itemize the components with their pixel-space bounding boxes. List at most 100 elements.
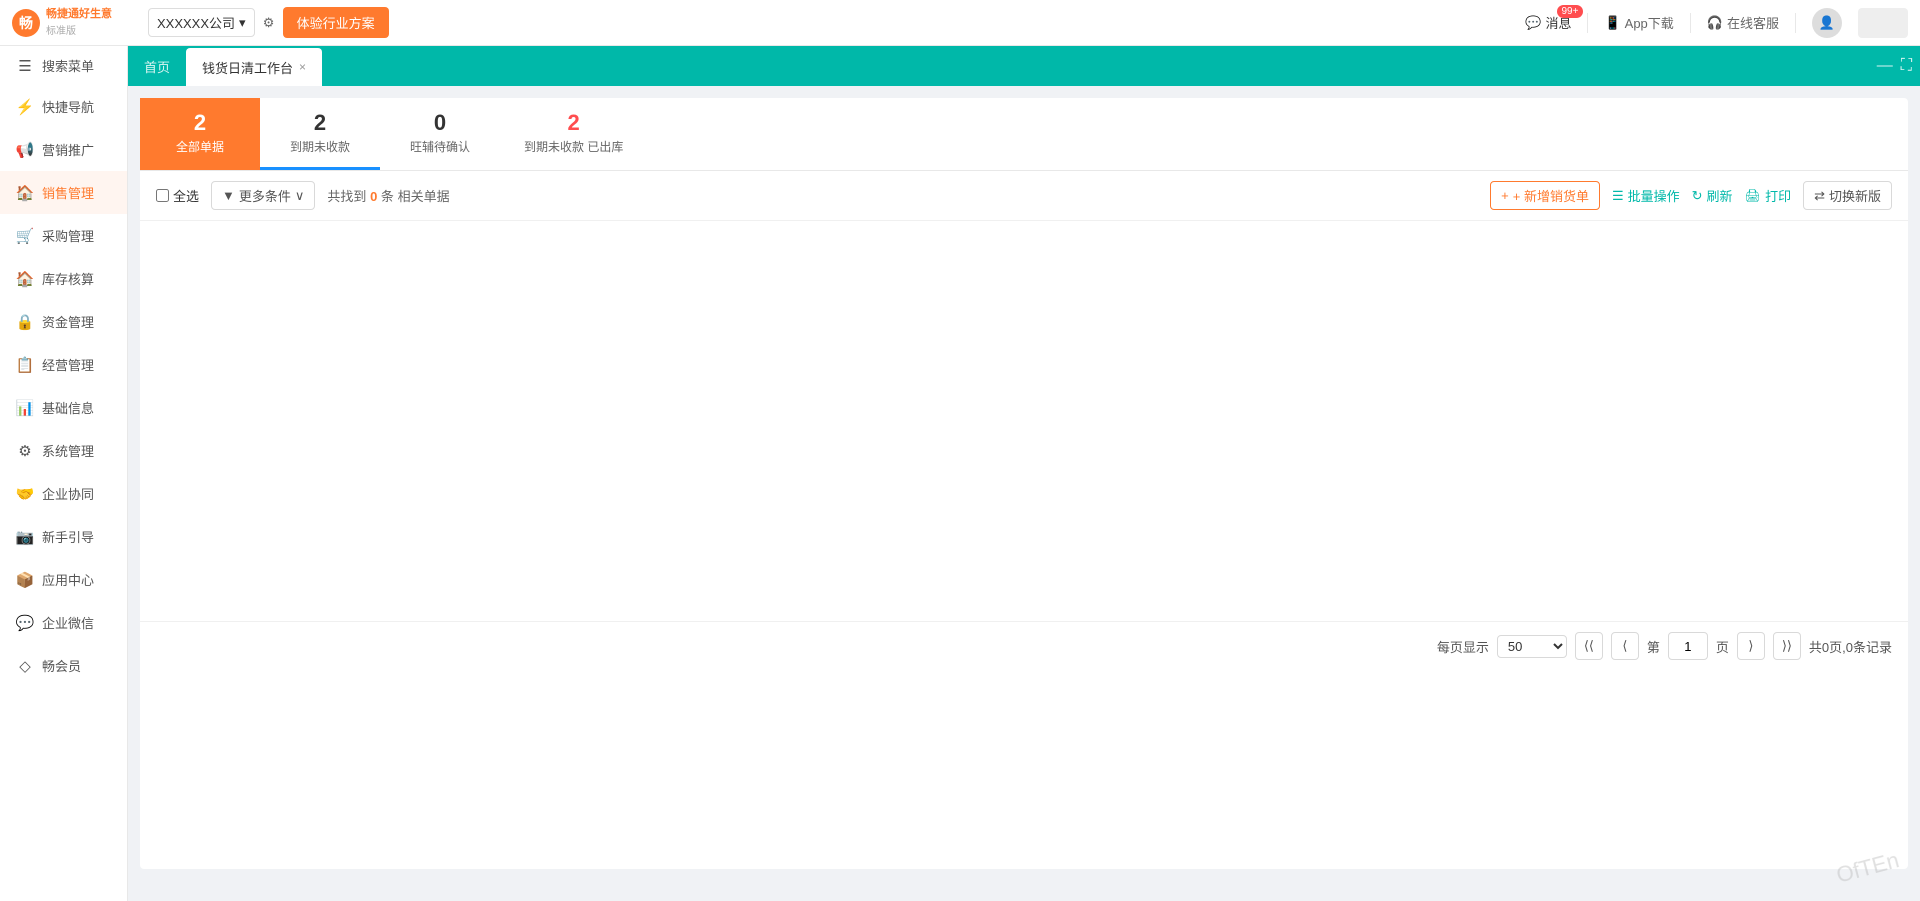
divider2 — [1690, 13, 1691, 33]
search-label: 搜索菜单 — [42, 56, 94, 75]
table-area — [140, 221, 1908, 621]
sidebar-search[interactable]: ☰ 搜索菜单 — [0, 46, 127, 85]
sidebar-item-label: 快捷导航 — [42, 97, 94, 116]
sidebar-item-quicknav[interactable]: ⚡ 快捷导航 — [0, 85, 127, 128]
stat-tab-overdue[interactable]: 2 到期未收款 — [260, 98, 380, 170]
marketing-icon: 📢 — [16, 141, 34, 159]
page-suffix: 页 — [1716, 637, 1729, 656]
tab-active-label: 钱货日清工作台 — [202, 58, 293, 77]
sidebar-item-company[interactable]: 🤝 企业协同 — [0, 472, 127, 515]
switch-version-button[interactable]: ⇄ 切换新版 — [1803, 181, 1892, 210]
logo-sub: 标准版 — [46, 22, 112, 37]
select-all-label: 全选 — [173, 186, 199, 205]
sidebar-item-label: 畅会员 — [42, 656, 81, 675]
sidebar-item-label: 企业协同 — [42, 484, 94, 503]
trial-button[interactable]: 体验行业方案 — [283, 7, 389, 38]
select-all-checkbox[interactable]: 全选 — [156, 186, 199, 205]
stat-label-overdue: 到期未收款 — [284, 138, 356, 155]
stat-tab-shipped[interactable]: 2 到期未收款 已出库 — [500, 98, 647, 170]
message-icon: 💬 — [1525, 15, 1541, 31]
sidebar-item-appstore[interactable]: 📦 应用中心 — [0, 558, 127, 601]
basic-icon: 📊 — [16, 399, 34, 417]
user-avatar2[interactable] — [1858, 8, 1908, 38]
sidebar-item-wechat[interactable]: 💬 企业微信 — [0, 601, 127, 644]
sales-icon: 🏠 — [16, 184, 34, 202]
refresh-label: 刷新 — [1707, 186, 1733, 205]
sidebar-item-basic[interactable]: 📊 基础信息 — [0, 386, 127, 429]
sidebar-item-label: 销售管理 — [42, 183, 94, 202]
page-first-button[interactable]: ⟨⟨ — [1575, 632, 1603, 660]
content-inner: 2 全部单据 2 到期未收款 0 旺辅待确认 2 到期未收款 已出库 — [128, 86, 1920, 901]
app-download-button[interactable]: 📱 App下载 — [1604, 13, 1673, 32]
top-header: 畅 畅捷通好生意 标准版 XXXXXX公司 ▾ ⚙ 体验行业方案 💬 消息 99… — [0, 0, 1920, 46]
page-number-input[interactable] — [1668, 632, 1708, 660]
white-card: 2 全部单据 2 到期未收款 0 旺辅待确认 2 到期未收款 已出库 — [140, 98, 1908, 869]
add-sale-button[interactable]: + + 新增销货单 — [1490, 181, 1600, 210]
tab-active[interactable]: 钱货日清工作台 × — [186, 48, 322, 86]
sidebar-item-label: 经营管理 — [42, 355, 94, 374]
quicknav-icon: ⚡ — [16, 98, 34, 116]
page-prev-button[interactable]: ⟨ — [1611, 632, 1639, 660]
finance-icon: 🔒 — [16, 313, 34, 331]
refresh-button[interactable]: ↻ 刷新 — [1692, 186, 1733, 205]
company-name: XXXXXX公司 — [157, 13, 235, 32]
user-avatar[interactable]: 👤 — [1812, 8, 1842, 38]
filter-button[interactable]: ▼ 更多条件 ∨ — [211, 181, 315, 210]
sidebar-item-operation[interactable]: 📋 经营管理 — [0, 343, 127, 386]
tab-minimize-icon[interactable]: — — [1877, 57, 1893, 75]
stat-tab-all[interactable]: 2 全部单据 — [140, 98, 260, 170]
guide-icon: 📷 — [16, 528, 34, 546]
batch-label: 批量操作 — [1628, 186, 1680, 205]
company-selector[interactable]: XXXXXX公司 ▾ — [148, 8, 255, 37]
tab-expand-icon[interactable]: ⛶ — [1901, 57, 1912, 75]
message-button[interactable]: 💬 消息 99+ — [1525, 13, 1571, 32]
member-icon: ◇ — [16, 657, 34, 675]
sidebar-item-label: 系统管理 — [42, 441, 94, 460]
wechat-icon: 💬 — [16, 614, 34, 632]
tab-home-label: 首页 — [144, 57, 170, 76]
switch-label: 切换新版 — [1829, 186, 1881, 205]
sidebar-item-label: 采购管理 — [42, 226, 94, 245]
page-next-button[interactable]: ⟩ — [1737, 632, 1765, 660]
print-icon: 🖨 — [1745, 188, 1762, 204]
stat-num-shipped: 2 — [524, 110, 623, 136]
company-icon: 🤝 — [16, 485, 34, 503]
page-size-select[interactable]: 50 10 20 100 — [1497, 635, 1567, 658]
sidebar-item-finance[interactable]: 🔒 资金管理 — [0, 300, 127, 343]
page-label: 第 — [1647, 637, 1660, 656]
sidebar-item-guide[interactable]: 📷 新手引导 — [0, 515, 127, 558]
print-button[interactable]: 🖨 打印 — [1745, 186, 1792, 205]
stat-label-all: 全部单据 — [164, 138, 236, 155]
stat-label-pending: 旺辅待确认 — [404, 138, 476, 155]
sidebar-item-sales[interactable]: 🏠 销售管理 — [0, 171, 127, 214]
toolbar: 全选 ▼ 更多条件 ∨ 共找到 0 条 相关单据 — [140, 171, 1908, 221]
online-service-button[interactable]: 🎧 在线客服 — [1707, 13, 1779, 32]
settings-button[interactable]: ⚙ — [255, 9, 283, 37]
tab-home[interactable]: 首页 — [128, 46, 186, 86]
stat-tab-pending[interactable]: 0 旺辅待确认 — [380, 98, 500, 170]
tab-bar-right: — ⛶ — [1877, 57, 1920, 75]
chevron-down-icon: ∨ — [295, 188, 305, 204]
logo-icon: 畅 — [12, 9, 40, 37]
per-page-label: 每页显示 — [1437, 637, 1489, 656]
message-badge: 99+ — [1557, 5, 1584, 18]
avatar-icon: 👤 — [1819, 15, 1835, 31]
service-icon: 🎧 — [1707, 15, 1723, 31]
sidebar-item-member[interactable]: ◇ 畅会员 — [0, 644, 127, 687]
sidebar-item-label: 企业微信 — [42, 613, 94, 632]
toolbar-left: 全选 ▼ 更多条件 ∨ 共找到 0 条 相关单据 — [156, 181, 450, 210]
sidebar-item-system[interactable]: ⚙ 系统管理 — [0, 429, 127, 472]
checkbox-input[interactable] — [156, 189, 169, 202]
found-num: 0 — [370, 189, 377, 204]
logo-text: 畅捷通好生意 — [46, 8, 112, 21]
batch-operation-button[interactable]: ☰ 批量操作 — [1612, 186, 1680, 205]
sidebar-item-purchase[interactable]: 🛒 采购管理 — [0, 214, 127, 257]
tab-bar: 首页 钱货日清工作台 × — ⛶ — [128, 46, 1920, 86]
sidebar-item-marketing[interactable]: 📢 营销推广 — [0, 128, 127, 171]
tab-close-icon[interactable]: × — [299, 60, 306, 74]
page-last-button[interactable]: ⟩⟩ — [1773, 632, 1801, 660]
sidebar-item-inventory[interactable]: 🏠 库存核算 — [0, 257, 127, 300]
divider3 — [1795, 13, 1796, 33]
toolbar-right: + + 新增销货单 ☰ 批量操作 ↻ 刷新 🖨 打印 — [1490, 181, 1892, 210]
dropdown-icon: ▾ — [239, 15, 246, 31]
